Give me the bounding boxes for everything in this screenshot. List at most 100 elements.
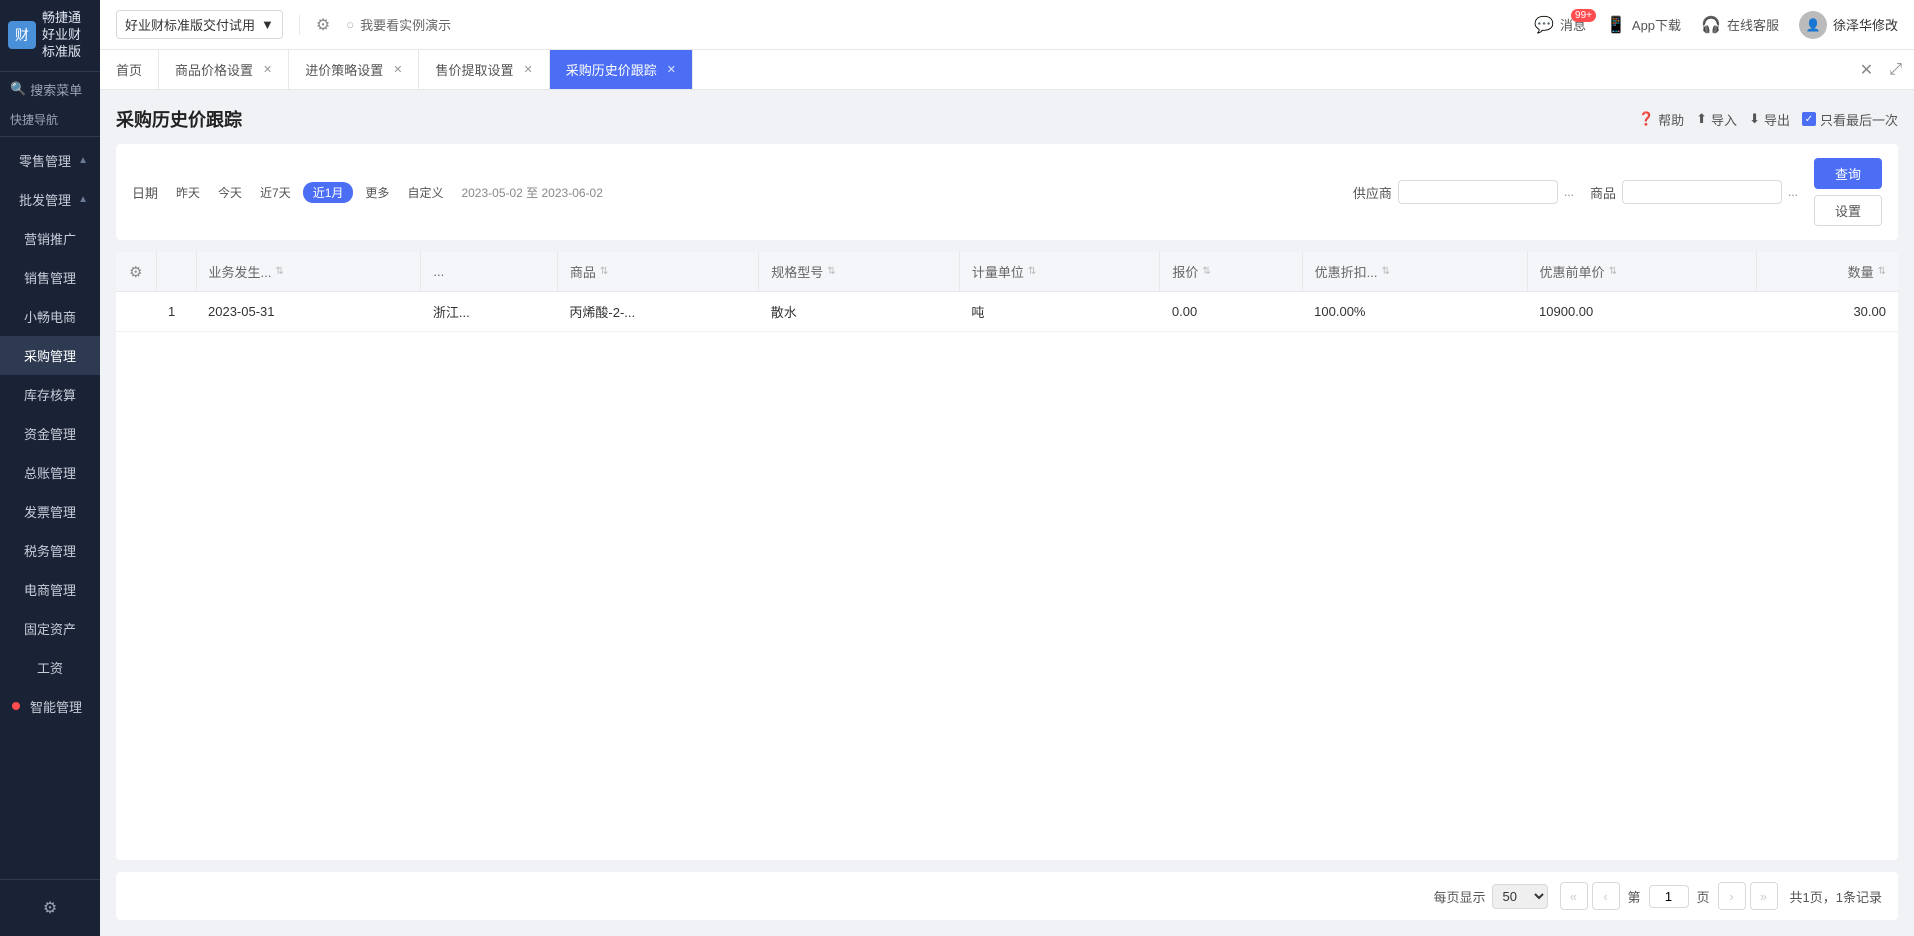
sidebar-gear-icon[interactable]: ⚙ [0,890,100,926]
supplier-filter-group: 供应商 ... [1353,180,1574,204]
help-button[interactable]: ❓ 帮助 [1638,110,1684,129]
per-page-select[interactable]: 10 20 50 100 [1492,884,1548,909]
date-filter-label: 日期 [132,183,158,202]
edition-selector[interactable]: 好业财标准版交付试用 ▼ [116,10,283,39]
sidebar-item-retail[interactable]: 零售管理 ▲ [0,141,100,180]
col-date[interactable]: 业务发生... ⇅ [196,252,421,292]
tab-purchase-history-close[interactable]: ✕ [667,63,676,76]
main-area: 好业财标准版交付试用 ▼ ⚙ ○ 我要看实例演示 💬 消息 99+ 📱 App下… [100,0,1914,936]
online-service-label: 在线客服 [1727,15,1779,34]
filter-row-date: 日期 昨天 今天 近7天 近1月 更多 自定义 2023-05-02 至 202… [132,182,1337,203]
row-supplier: 浙江... [421,292,558,332]
table-gear-icon[interactable]: ⚙ [129,264,142,281]
edition-settings-icon[interactable]: ⚙ [316,15,330,35]
only-last-checkbox-label[interactable]: ✓ 只看最后一次 [1802,110,1898,129]
row-index: 1 [156,292,196,332]
tab-price-settings-close[interactable]: ✕ [263,63,272,76]
page-suffix: 页 [1693,887,1714,906]
date-option-last7[interactable]: 近7天 [254,182,297,203]
row-discount: 100.00% [1302,292,1527,332]
online-service-button[interactable]: 🎧 在线客服 [1701,15,1779,35]
app-icon: 📱 [1606,15,1626,35]
goods-input[interactable] [1622,180,1782,204]
query-button[interactable]: 查询 [1814,158,1882,189]
page-header: 采购历史价跟踪 ❓ 帮助 ⬆ 导入 ⬇ 导出 ✓ 只看最后一次 [116,106,1898,132]
demo-label: 我要看实例演示 [360,15,451,34]
col-goods[interactable]: 商品 ⇅ [557,252,758,292]
tab-purchase-history[interactable]: 采购历史价跟踪 ✕ [550,50,693,90]
page-actions: ❓ 帮助 ⬆ 导入 ⬇ 导出 ✓ 只看最后一次 [1638,110,1898,129]
settings-button[interactable]: 设置 [1814,195,1882,226]
sidebar-search[interactable]: 🔍 搜索菜单 [0,72,100,107]
goods-sort-icon: ⇅ [600,266,608,277]
import-button[interactable]: ⬆ 导入 [1696,110,1737,129]
page-next-btn[interactable]: › [1718,882,1746,910]
table-row: 1 2023-05-31 浙江... 丙烯酸-2-... 散水 吨 0.00 1… [116,292,1898,332]
per-page-label: 每页显示 [1433,887,1485,906]
supplier-input[interactable] [1398,180,1558,204]
goods-more-btn[interactable]: ... [1788,185,1798,199]
tab-sale-price[interactable]: 售价提取设置 ✕ [419,50,549,90]
date-option-today[interactable]: 今天 [212,182,248,203]
row-quantity: 30.00 [1757,292,1898,332]
export-button[interactable]: ⬇ 导出 [1749,110,1790,129]
page-prev-btn[interactable]: ‹ [1592,882,1620,910]
tab-home[interactable]: 首页 [100,50,159,90]
tab-close-window-icon[interactable]: ✕ [1856,60,1877,80]
col-quantity[interactable]: 数量 ⇅ [1757,252,1898,292]
row-date: 2023-05-31 [196,292,421,332]
demo-link[interactable]: ○ 我要看实例演示 [346,15,451,34]
sidebar-item-general-ledger[interactable]: 总账管理 [0,453,100,492]
col-quote[interactable]: 报价 ⇅ [1160,252,1302,292]
col-discount[interactable]: 优惠折扣... ⇅ [1302,252,1527,292]
date-range-display: 2023-05-02 至 2023-06-02 [461,184,602,201]
col-gear[interactable]: ⚙ [116,252,156,292]
sidebar-item-sales[interactable]: 销售管理 [0,258,100,297]
sidebar-item-intelligent[interactable]: 智能管理 [0,687,100,726]
sidebar-item-purchase[interactable]: 采购管理 [0,336,100,375]
sidebar-quick-nav[interactable]: 快捷导航 [0,107,100,132]
tab-maximize-icon[interactable]: ⤢ [1885,61,1906,79]
col-pre-discount[interactable]: 优惠前单价 ⇅ [1527,252,1757,292]
sidebar-item-inventory[interactable]: 库存核算 [0,375,100,414]
tab-sale-price-close[interactable]: ✕ [524,63,533,76]
col-extra[interactable]: ... [421,252,558,292]
row-pre-discount: 10900.00 [1527,292,1757,332]
sidebar-item-tax[interactable]: 税务管理 [0,531,100,570]
col-unit[interactable]: 计量单位 ⇅ [959,252,1160,292]
page-last-btn[interactable]: » [1750,882,1778,910]
only-last-checkbox[interactable]: ✓ [1802,112,1816,126]
date-option-more[interactable]: 更多 [359,182,395,203]
sidebar-item-finance[interactable]: 资金管理 [0,414,100,453]
date-option-yesterday[interactable]: 昨天 [170,182,206,203]
supplier-more-btn[interactable]: ... [1564,185,1574,199]
sidebar-item-wholesale[interactable]: 批发管理 ▲ [0,180,100,219]
tabbar-actions: ✕ ⤢ [1856,60,1914,80]
sidebar-item-payroll[interactable]: 工资 [0,648,100,687]
sidebar: 财 畅捷通好业财 标准版 🔍 搜索菜单 快捷导航 零售管理 ▲ 批发管理 ▲ 营… [0,0,100,936]
sidebar-item-invoice[interactable]: 发票管理 [0,492,100,531]
export-icon: ⬇ [1749,111,1760,127]
row-unit: 吨 [959,292,1160,332]
wholesale-arrow-icon: ▲ [78,194,88,205]
sidebar-item-fixed-assets[interactable]: 固定资产 [0,609,100,648]
tab-purchase-strategy[interactable]: 进价策略设置 ✕ [289,50,419,90]
date-sort-icon: ⇅ [275,266,283,277]
import-icon: ⬆ [1696,111,1707,127]
sidebar-item-ecommerce-small[interactable]: 小畅电商 [0,297,100,336]
user-profile[interactable]: 👤 徐泽华修改 [1799,11,1898,39]
page-input[interactable] [1649,885,1689,908]
sidebar-item-marketing[interactable]: 营销推广 [0,219,100,258]
col-spec[interactable]: 规格型号 ⇅ [759,252,960,292]
date-option-last1m[interactable]: 近1月 [303,182,354,203]
goods-filter-label: 商品 [1590,183,1616,202]
goods-filter-group: 商品 ... [1590,180,1798,204]
tab-price-settings[interactable]: 商品价格设置 ✕ [159,50,289,90]
app-download-button[interactable]: 📱 App下载 [1606,15,1681,35]
intelligent-dot-icon [12,702,20,710]
messages-button[interactable]: 💬 消息 99+ [1534,15,1586,35]
page-first-btn[interactable]: « [1560,882,1588,910]
tab-purchase-strategy-close[interactable]: ✕ [393,63,402,76]
sidebar-item-ecommerce[interactable]: 电商管理 [0,570,100,609]
date-option-custom[interactable]: 自定义 [401,182,449,203]
